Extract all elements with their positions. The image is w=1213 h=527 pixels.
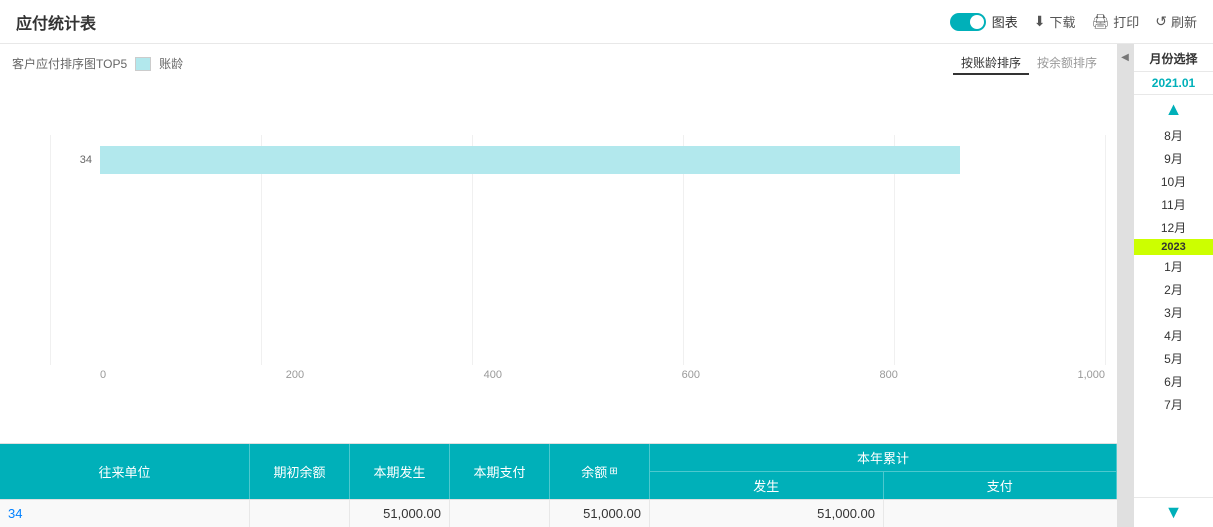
right-sidebar: 月份选择 2021.01 ▲ 8月 9月 10月 11月 12月 2023 1月… xyxy=(1133,44,1213,527)
grid-line-100 xyxy=(1105,135,1106,365)
th-qichu: 期初余额 xyxy=(250,444,350,499)
th-bennianlei: 本年累计 发生 支付 xyxy=(650,444,1117,499)
toggle-label: 图表 xyxy=(992,12,1018,31)
sort-by-balance-button[interactable]: 按余额排序 xyxy=(1029,52,1105,75)
chart-header: 客户应付排序图TOP5 账龄 按账龄排序 按余额排序 xyxy=(12,52,1105,75)
refresh-icon: ↺ xyxy=(1155,13,1167,30)
td-yue: 51,000.00 xyxy=(550,500,650,527)
download-label: 下载 xyxy=(1049,12,1075,31)
x-axis-0: 0 xyxy=(100,369,106,381)
table-section: 往来单位 期初余额 本期发生 本期支付 余额 ⊞ xyxy=(0,443,1117,527)
bar-fill xyxy=(100,146,960,174)
header-actions: 图表 ⬇ 下载 🖨 打印 ↺ 刷新 xyxy=(950,12,1197,31)
main-area: 客户应付排序图TOP5 账龄 按账龄排序 按余额排序 xyxy=(0,44,1213,527)
sidebar-month-8[interactable]: 8月 xyxy=(1134,124,1213,147)
sidebar-down-button[interactable]: ▼ xyxy=(1134,497,1213,527)
td-laiwai[interactable]: 34 xyxy=(0,500,250,527)
x-axis-1000: 1,000 xyxy=(1077,369,1105,381)
print-label: 打印 xyxy=(1113,12,1139,31)
sidebar-month-6[interactable]: 6月 xyxy=(1134,370,1213,393)
legend-box xyxy=(135,57,151,71)
sidebar-month-list: 8月 9月 10月 11月 12月 2023 1月 2月 3月 4月 5月 6月… xyxy=(1134,124,1213,497)
x-axis-400: 400 xyxy=(484,369,502,381)
td-benqi-fasheng: 51,000.00 xyxy=(350,500,450,527)
th-yue: 余额 ⊞ xyxy=(550,444,650,499)
table-row: 34 51,000.00 51,000.00 51,00 xyxy=(0,499,1117,527)
chart-toggle[interactable] xyxy=(950,13,986,31)
chart-legend-label: 客户应付排序图TOP5 xyxy=(12,55,127,72)
sidebar-title: 月份选择 xyxy=(1134,44,1213,72)
td-zhifu-sub xyxy=(884,500,1117,527)
page-title: 应付统计表 xyxy=(16,10,96,34)
sidebar-year[interactable]: 2021.01 xyxy=(1134,72,1213,95)
sidebar-year-marker-2023: 2023 xyxy=(1134,239,1213,255)
bar-track: 856天 xyxy=(100,146,1105,174)
print-button[interactable]: 🖨 打印 xyxy=(1091,12,1139,31)
sidebar-month-12[interactable]: 12月 xyxy=(1134,216,1213,239)
th-fasheng-sub: 发生 xyxy=(650,472,884,499)
content-area: 客户应付排序图TOP5 账龄 按账龄排序 按余额排序 xyxy=(0,44,1117,527)
chart-sort-buttons: 按账龄排序 按余额排序 xyxy=(953,52,1105,75)
th-laiwai: 往来单位 xyxy=(0,444,250,499)
th-benqi-zhifu: 本期支付 xyxy=(450,444,550,499)
chart-bar-row: 34 856天 xyxy=(62,135,1105,185)
sidebar-month-5[interactable]: 5月 xyxy=(1134,347,1213,370)
sidebar-month-3[interactable]: 3月 xyxy=(1134,301,1213,324)
x-axis: 0 200 400 600 800 1,000 xyxy=(62,369,1105,381)
refresh-button[interactable]: ↺ 刷新 xyxy=(1155,12,1197,31)
sidebar-up-button[interactable]: ▲ xyxy=(1134,95,1213,124)
sidebar-collapse-arrow[interactable]: ◀ xyxy=(1117,44,1133,527)
sidebar-month-7[interactable]: 7月 xyxy=(1134,393,1213,416)
th-zhifu-sub: 支付 xyxy=(884,472,1117,499)
sidebar-month-2[interactable]: 2月 xyxy=(1134,278,1213,301)
chart-legend: 客户应付排序图TOP5 账龄 xyxy=(12,55,183,72)
sidebar-month-4[interactable]: 4月 xyxy=(1134,324,1213,347)
x-axis-600: 600 xyxy=(682,369,700,381)
print-icon: 🖨 xyxy=(1091,13,1109,30)
sidebar-month-9[interactable]: 9月 xyxy=(1134,147,1213,170)
th-bennianlei-top: 本年累计 xyxy=(650,444,1116,472)
bar-label: 34 xyxy=(62,154,92,166)
sidebar-month-10[interactable]: 10月 xyxy=(1134,170,1213,193)
th-benqi-fasheng: 本期发生 xyxy=(350,444,450,499)
yue-icon: ⊞ xyxy=(609,466,617,477)
sidebar-month-1[interactable]: 1月 xyxy=(1134,255,1213,278)
refresh-label: 刷新 xyxy=(1171,12,1197,31)
sort-by-amount-button[interactable]: 按账龄排序 xyxy=(953,52,1029,75)
sidebar-content: 月份选择 2021.01 ▲ 8月 9月 10月 11月 12月 2023 1月… xyxy=(1134,44,1213,527)
td-qichu xyxy=(250,500,350,527)
td-benqi-zhifu xyxy=(450,500,550,527)
th-bennianlei-sub: 发生 支付 xyxy=(650,472,1116,499)
download-icon: ⬇ xyxy=(1034,13,1046,30)
app-header: 应付统计表 图表 ⬇ 下载 🖨 打印 ↺ 刷新 xyxy=(0,0,1213,44)
right-sidebar-wrapper: ◀ 月份选择 2021.01 ▲ 8月 9月 10月 11月 12月 2023 … xyxy=(1117,44,1213,527)
sidebar-month-11[interactable]: 11月 xyxy=(1134,193,1213,216)
chart-section: 客户应付排序图TOP5 账龄 按账龄排序 按余额排序 xyxy=(0,44,1117,443)
chart-toggle-wrap[interactable]: 图表 xyxy=(950,12,1018,31)
x-axis-200: 200 xyxy=(286,369,304,381)
chart-canvas: 34 856天 0 200 400 600 800 1,00 xyxy=(12,135,1105,395)
grid-line-0 xyxy=(50,135,51,365)
chart-legend-box-label: 账龄 xyxy=(159,55,183,72)
chart-bars: 34 856天 xyxy=(62,135,1105,365)
download-button[interactable]: ⬇ 下载 xyxy=(1034,12,1076,31)
x-axis-800: 800 xyxy=(880,369,898,381)
table-header: 往来单位 期初余额 本期发生 本期支付 余额 ⊞ xyxy=(0,444,1117,499)
td-fasheng-sub: 51,000.00 xyxy=(650,500,884,527)
